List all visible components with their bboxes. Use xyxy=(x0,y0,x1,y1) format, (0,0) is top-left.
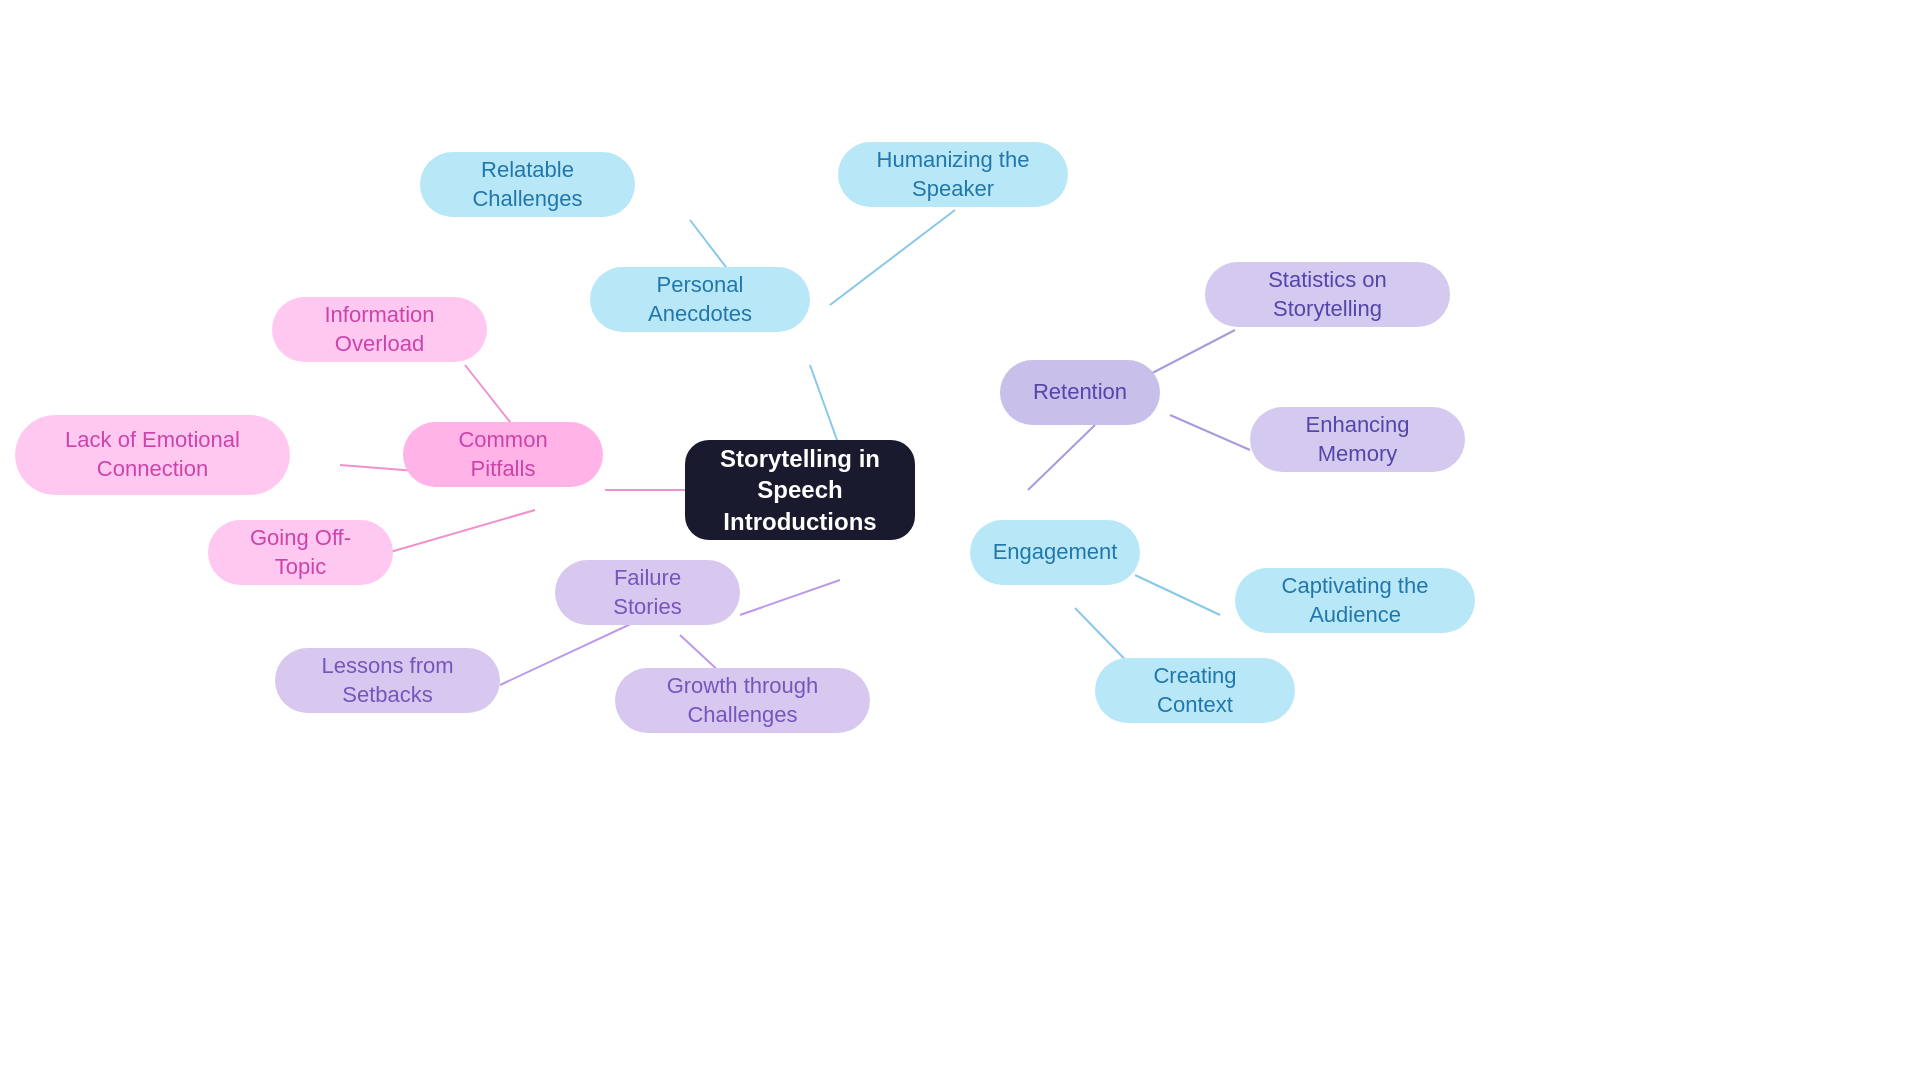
svg-line-10 xyxy=(1028,425,1095,490)
svg-line-14 xyxy=(1135,575,1220,615)
engagement-node: Engagement xyxy=(970,520,1140,585)
statistics-node: Statistics on Storytelling xyxy=(1205,262,1450,327)
personal-anecdotes-node: Personal Anecdotes xyxy=(590,267,810,332)
relatable-challenges-node: Relatable Challenges xyxy=(420,152,635,217)
growth-challenges-node: Growth through Challenges xyxy=(615,668,870,733)
humanizing-speaker-node: Humanizing the Speaker xyxy=(838,142,1068,207)
svg-line-12 xyxy=(1170,415,1250,450)
svg-line-7 xyxy=(740,580,840,615)
information-overload-node: Information Overload xyxy=(272,297,487,362)
enhancing-memory-node: Enhancing Memory xyxy=(1250,407,1465,472)
creating-context-node: Creating Context xyxy=(1095,658,1295,723)
failure-stories-node: Failure Stories xyxy=(555,560,740,625)
captivating-node: Captivating the Audience xyxy=(1235,568,1475,633)
svg-line-2 xyxy=(830,210,955,305)
lack-emotional-node: Lack of Emotional Connection xyxy=(15,415,290,495)
common-pitfalls-node: Common Pitfalls xyxy=(403,422,603,487)
svg-line-6 xyxy=(380,510,535,555)
center-node: Storytelling in Speech Introductions xyxy=(685,440,915,540)
lessons-setbacks-node: Lessons from Setbacks xyxy=(275,648,500,713)
retention-node: Retention xyxy=(1000,360,1160,425)
going-off-topic-node: Going Off-Topic xyxy=(208,520,393,585)
